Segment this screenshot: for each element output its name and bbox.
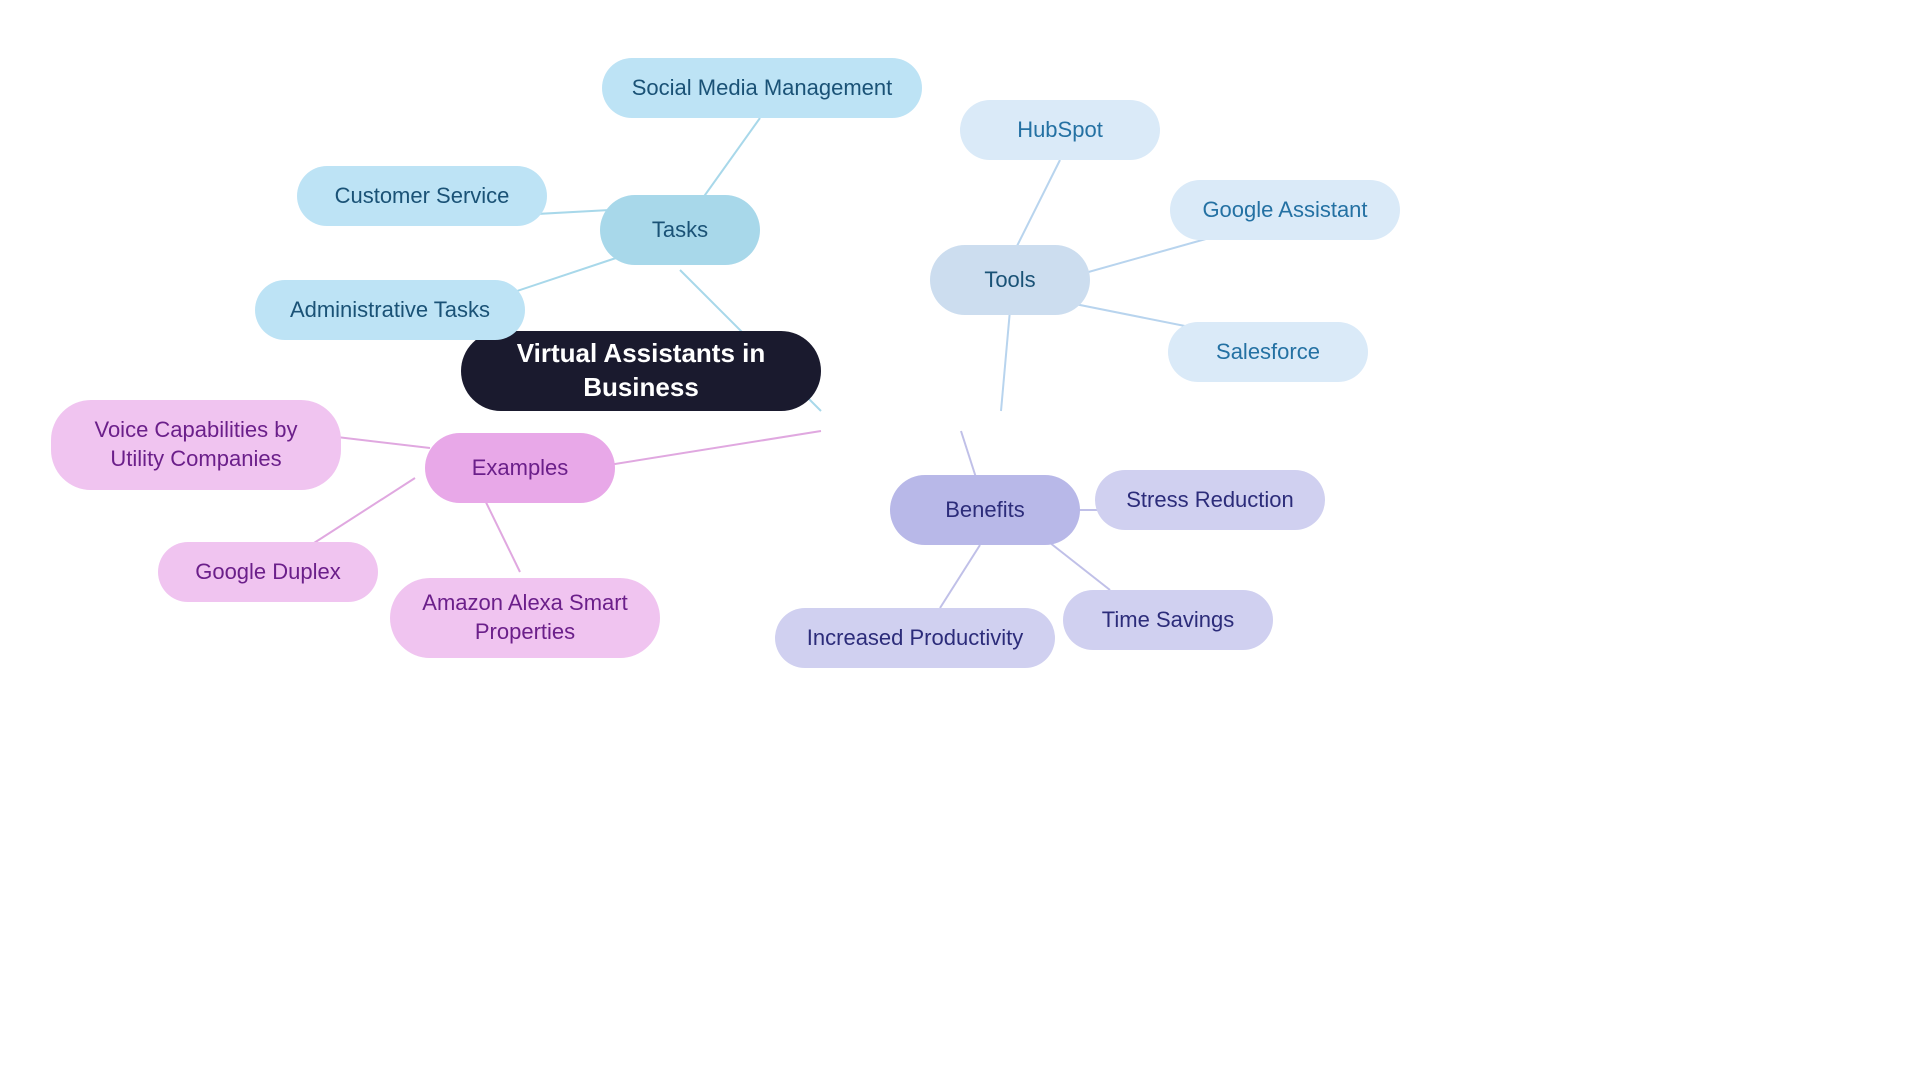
tools-node: Tools	[930, 245, 1090, 315]
hubspot-node: HubSpot	[960, 100, 1160, 160]
administrative-tasks-node: Administrative Tasks	[255, 280, 525, 340]
google-assistant-node: Google Assistant	[1170, 180, 1400, 240]
increased-productivity-node: Increased Productivity	[775, 608, 1055, 668]
salesforce-node: Salesforce	[1168, 322, 1368, 382]
amazon-alexa-node: Amazon Alexa Smart Properties	[390, 578, 660, 658]
social-media-management-node: Social Media Management	[602, 58, 922, 118]
tasks-node: Tasks	[600, 195, 760, 265]
examples-node: Examples	[425, 433, 615, 503]
customer-service-node: Customer Service	[297, 166, 547, 226]
time-savings-node: Time Savings	[1063, 590, 1273, 650]
google-duplex-node: Google Duplex	[158, 542, 378, 602]
center-node: Virtual Assistants in Business	[461, 331, 821, 411]
voice-capabilities-node: Voice Capabilities by Utility Companies	[51, 400, 341, 490]
stress-reduction-node: Stress Reduction	[1095, 470, 1325, 530]
benefits-node: Benefits	[890, 475, 1080, 545]
